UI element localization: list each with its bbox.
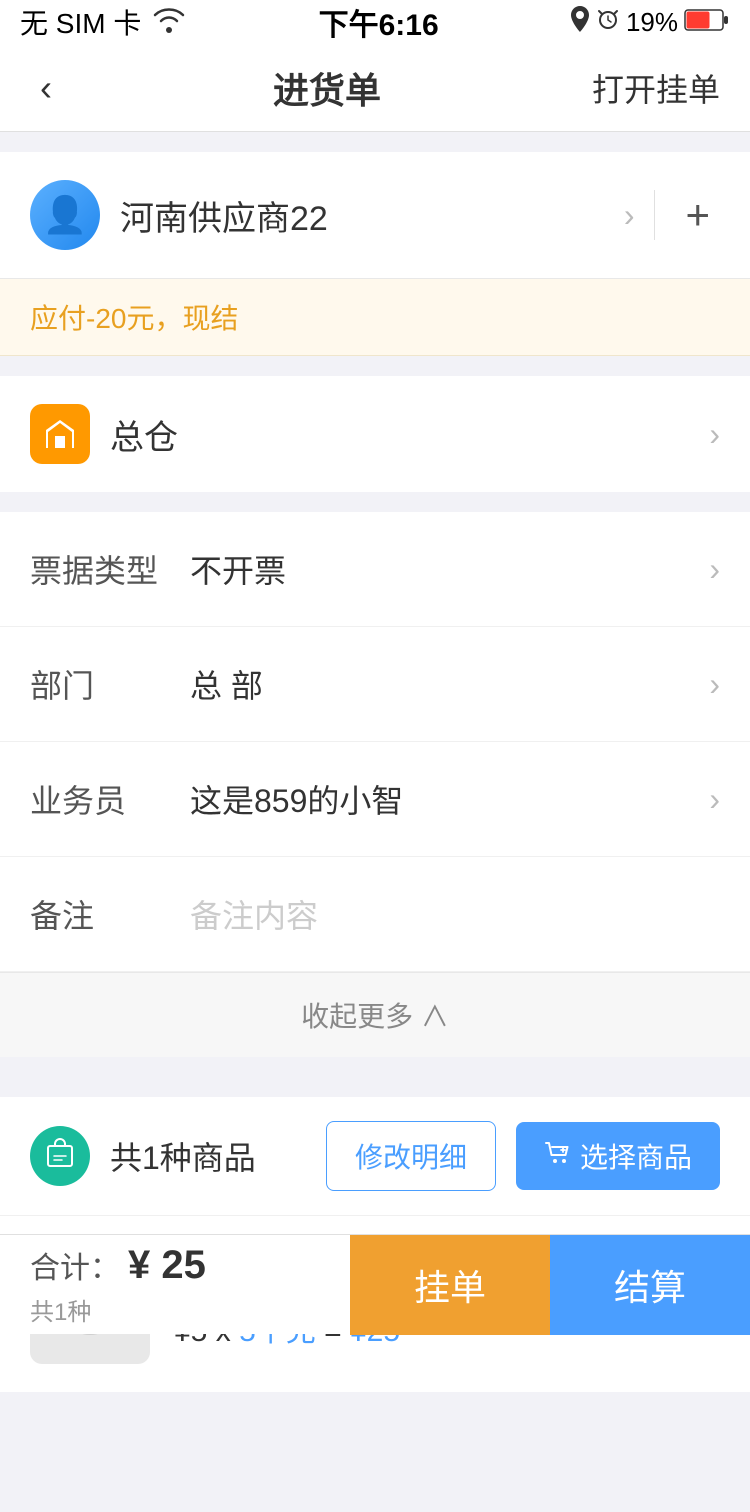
ticket-type-value: 不开票 <box>190 546 689 592</box>
supplier-row[interactable]: 👤 河南供应商22 › + <box>0 152 750 279</box>
status-right: 19% <box>570 6 730 39</box>
carrier-text: 无 SIM 卡 <box>20 2 141 42</box>
salesman-label: 业务员 <box>30 776 170 822</box>
nav-bar: ‹ 进货单 打开挂单 <box>0 44 750 132</box>
alarm-icon <box>596 6 620 39</box>
warehouse-name: 总仓 <box>110 410 689 459</box>
open-pending-button[interactable]: 打开挂单 <box>592 65 720 111</box>
department-chevron-icon: › <box>709 666 720 703</box>
supplier-avatar: 👤 <box>30 180 100 250</box>
department-value: 总 部 <box>190 661 689 707</box>
supplier-chevron-icon: › <box>624 197 635 234</box>
section-gap-2 <box>0 356 750 376</box>
products-icon <box>30 1126 90 1186</box>
salesman-value: 这是859的小智 <box>190 776 689 822</box>
checkout-button[interactable]: 结算 <box>550 1235 750 1335</box>
add-supplier-button[interactable]: + <box>675 191 720 239</box>
supplier-section: 👤 河南供应商22 › + 应付-20元，现结 <box>0 152 750 356</box>
warehouse-section: 总仓 › <box>0 376 750 492</box>
total-amount: ¥ 25 <box>128 1243 206 1288</box>
avatar-inner: 👤 <box>30 180 100 250</box>
total-sub: 共1种 <box>30 1292 320 1327</box>
department-label: 部门 <box>30 661 170 707</box>
back-button[interactable]: ‹ <box>30 57 62 119</box>
location-icon <box>570 6 590 39</box>
collapse-toggle[interactable]: 收起更多 ∧ <box>0 972 750 1057</box>
department-row[interactable]: 部门 总 部 › <box>0 627 750 742</box>
info-banner-text: 应付-20元，现结 <box>30 303 238 334</box>
products-header: 共1种商品 修改明细 选择商品 <box>0 1097 750 1215</box>
total-section: 合计： ¥ 25 共1种 <box>0 1243 350 1327</box>
section-gap-4 <box>0 1057 750 1077</box>
supplier-name: 河南供应商22 <box>120 191 604 240</box>
ticket-type-row[interactable]: 票据类型 不开票 › <box>0 512 750 627</box>
status-time: 下午6:16 <box>319 0 439 44</box>
section-gap-3 <box>0 492 750 512</box>
battery-level: 19% <box>626 7 678 38</box>
edit-detail-button[interactable]: 修改明细 <box>326 1121 496 1191</box>
warehouse-chevron-icon: › <box>709 416 720 453</box>
supplier-divider <box>654 190 655 240</box>
select-product-button[interactable]: 选择商品 <box>516 1122 720 1190</box>
ticket-type-chevron-icon: › <box>709 551 720 588</box>
total-label: 合计： <box>30 1243 120 1287</box>
bottom-spacer <box>0 1392 750 1512</box>
warehouse-icon <box>30 404 90 464</box>
section-gap-1 <box>0 132 750 152</box>
hang-order-button[interactable]: 挂单 <box>350 1235 550 1335</box>
salesman-row[interactable]: 业务员 这是859的小智 › <box>0 742 750 857</box>
info-banner: 应付-20元，现结 <box>0 279 750 356</box>
total-main: 合计： ¥ 25 <box>30 1243 320 1288</box>
salesman-chevron-icon: › <box>709 781 720 818</box>
bottom-bar: 合计： ¥ 25 共1种 挂单 结算 <box>0 1234 750 1334</box>
wifi-icon <box>151 5 187 40</box>
page-title: 进货单 <box>273 62 381 114</box>
avatar-person-icon: 👤 <box>43 194 88 236</box>
status-bar: 无 SIM 卡 下午6:16 19% <box>0 0 750 44</box>
warehouse-row[interactable]: 总仓 › <box>0 376 750 492</box>
remark-row[interactable]: 备注 备注内容 <box>0 857 750 972</box>
cart-icon <box>544 1140 572 1172</box>
select-product-label: 选择商品 <box>580 1136 692 1176</box>
form-section: 票据类型 不开票 › 部门 总 部 › 业务员 这是859的小智 › 备注 备注… <box>0 512 750 1057</box>
battery-icon <box>684 7 730 38</box>
remark-label: 备注 <box>30 891 170 937</box>
products-count: 共1种商品 <box>110 1133 306 1179</box>
remark-input[interactable]: 备注内容 <box>190 891 720 937</box>
ticket-type-label: 票据类型 <box>30 546 170 592</box>
status-left: 无 SIM 卡 <box>20 2 187 42</box>
